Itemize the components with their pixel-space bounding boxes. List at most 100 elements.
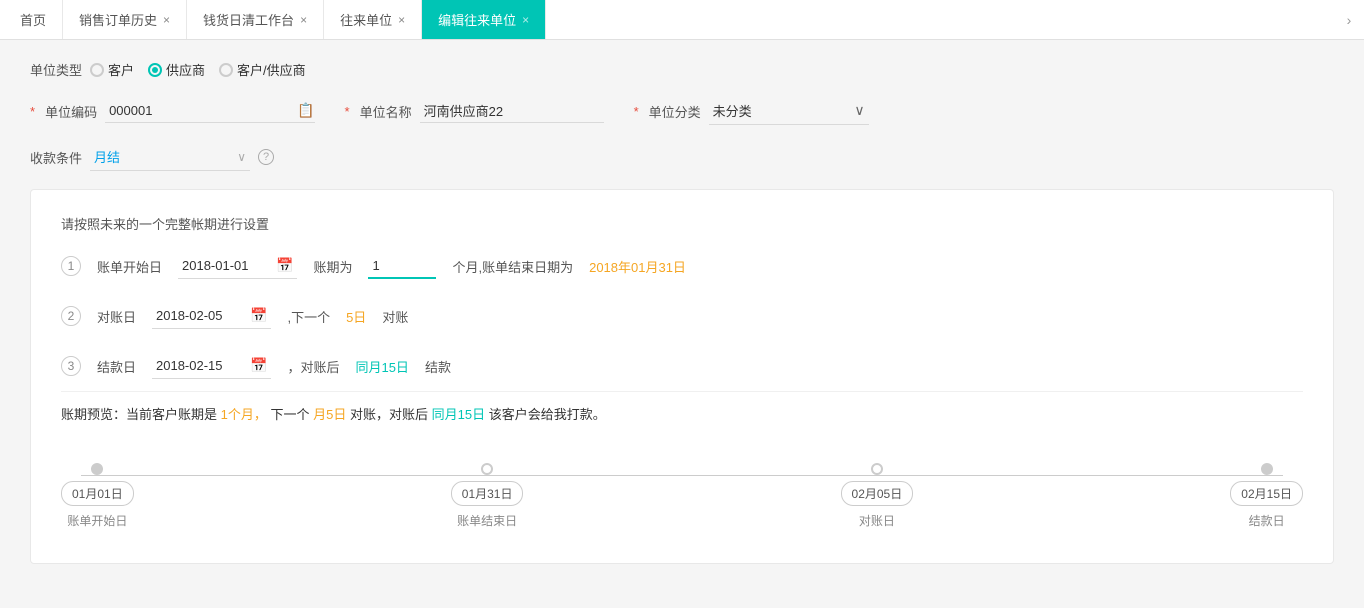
tab-home-label: 首页 — [20, 10, 46, 29]
period-start-calendar-icon[interactable]: 📅 — [276, 257, 293, 274]
preview-day1: 月5日 — [313, 407, 346, 422]
period-reconcile-date-field[interactable] — [156, 308, 246, 323]
timeline-badge-1: 01月01日 — [61, 481, 134, 506]
period-end-date-highlight: 2018年01月31日 — [589, 257, 686, 276]
tab-cash-desk[interactable]: 钱货日清工作台 × — [187, 0, 324, 39]
payment-terms-dropdown[interactable]: 月结 ∨ — [90, 143, 250, 171]
preview-prefix: 账期预览：当前客户账期是 — [61, 407, 217, 422]
preview-text: 账期预览：当前客户账期是 1个月， 下一个 月5日 对账，对账后 同月15日 该… — [61, 404, 1303, 423]
period-payment-suffix: 结款 — [425, 357, 451, 376]
copy-icon[interactable]: 📋 — [297, 102, 314, 119]
radio-both-label: 客户/供应商 — [237, 60, 306, 79]
timeline-label-4: 结款日 — [1249, 512, 1285, 529]
radio-both-circle — [219, 63, 233, 77]
period-payment-day: 同月15日 — [355, 357, 408, 376]
tab-partners[interactable]: 往来单位 × — [324, 0, 422, 39]
unit-name-input[interactable] — [420, 99, 604, 123]
unit-classify-value: 未分类 — [713, 101, 849, 120]
unit-code-item: * 单位编码 📋 — [30, 99, 315, 123]
tab-partners-label: 往来单位 — [340, 10, 392, 29]
unit-classify-star: * — [634, 104, 639, 119]
unit-code-label: 单位编码 — [45, 102, 97, 121]
period-num-3: 3 — [61, 356, 81, 376]
period-card: 请按照未来的一个完整帐期进行设置 1 账单开始日 📅 账期为 个月,账单结束日期… — [30, 189, 1334, 564]
period-start-date-input: 📅 — [178, 253, 297, 279]
payment-terms-label: 收款条件 — [30, 148, 82, 167]
tab-edit-partner-label: 编辑往来单位 — [438, 10, 516, 29]
unit-classify-label: 单位分类 — [649, 102, 701, 121]
period-payment-prefix: ，对账后 — [287, 357, 339, 376]
radio-supplier[interactable]: 供应商 — [148, 60, 205, 79]
payment-terms-item: 收款条件 月结 ∨ ? — [30, 143, 274, 171]
timeline-dot-2 — [481, 463, 493, 475]
period-num-2: 2 — [61, 306, 81, 326]
payment-terms-value: 月结 — [94, 147, 231, 166]
period-for-label: 账期为 — [313, 257, 352, 276]
tab-home[interactable]: 首页 — [0, 0, 63, 39]
period-payment-date-field[interactable] — [156, 358, 246, 373]
period-month-suffix: 个月,账单结束日期为 — [452, 257, 573, 276]
period-month-input — [368, 254, 436, 279]
period-row-2: 2 对账日 📅 ,下一个 5日 对账 — [61, 303, 1303, 329]
period-card-title: 请按照未来的一个完整帐期进行设置 — [61, 214, 1303, 233]
payment-terms-help[interactable]: ? — [258, 149, 274, 165]
period-payment-label: 结款日 — [97, 357, 136, 376]
unit-classify-arrow: ∨ — [854, 102, 864, 119]
period-payment-calendar-icon[interactable]: 📅 — [250, 357, 267, 374]
timeline-point-1: 01月01日 账单开始日 — [61, 463, 134, 529]
tab-sales-history-close[interactable]: × — [163, 13, 170, 27]
period-payment-date-input: 📅 — [152, 353, 271, 379]
unit-type-radio-group: 客户 供应商 客户/供应商 — [90, 60, 306, 79]
unit-classify-dropdown[interactable]: 未分类 ∨ — [709, 97, 869, 125]
period-row-1: 1 账单开始日 📅 账期为 个月,账单结束日期为 2018年01月31日 — [61, 253, 1303, 279]
timeline-badge-2: 01月31日 — [451, 481, 524, 506]
timeline-dot-1 — [91, 463, 103, 475]
unit-code-input-wrapper: 📋 — [105, 99, 314, 123]
tab-partners-close[interactable]: × — [398, 13, 405, 27]
unit-name-item: * 单位名称 — [345, 99, 604, 123]
unit-info-row: * 单位编码 📋 * 单位名称 * 单位分类 未分类 ∨ — [30, 97, 1334, 125]
unit-type-item: 单位类型 客户 供应商 客户/供应商 — [30, 60, 306, 79]
tab-cash-desk-label: 钱货日清工作台 — [203, 10, 294, 29]
unit-classify-item: * 单位分类 未分类 ∨ — [634, 97, 869, 125]
period-reconcile-calendar-icon[interactable]: 📅 — [250, 307, 267, 324]
radio-customer[interactable]: 客户 — [90, 60, 134, 79]
payment-terms-arrow: ∨ — [237, 150, 246, 164]
preview-mid2: 对账，对账后 — [350, 407, 428, 422]
tab-edit-partner-close[interactable]: × — [522, 13, 529, 27]
period-reconcile-prefix: ,下一个 — [287, 307, 330, 326]
period-num-1: 1 — [61, 256, 81, 276]
timeline-dot-4 — [1261, 463, 1273, 475]
radio-supplier-label: 供应商 — [166, 60, 205, 79]
timeline: 01月01日 账单开始日 01月31日 账单结束日 02月05日 对账日 — [61, 453, 1303, 539]
unit-code-input[interactable] — [105, 99, 289, 122]
timeline-points: 01月01日 账单开始日 01月31日 账单结束日 02月05日 对账日 — [61, 463, 1303, 529]
tabs-bar: 首页 销售订单历史 × 钱货日清工作台 × 往来单位 × 编辑往来单位 × › — [0, 0, 1364, 40]
unit-type-label: 单位类型 — [30, 60, 82, 79]
timeline-badge-4: 02月15日 — [1230, 481, 1303, 506]
preview-day2: 同月15日 — [432, 407, 485, 422]
tab-overflow-arrow[interactable]: › — [1334, 12, 1364, 28]
payment-terms-row: 收款条件 月结 ∨ ? — [30, 143, 1334, 171]
page-content: 单位类型 客户 供应商 客户/供应商 * 单位编码 — [0, 40, 1364, 608]
timeline-point-2: 01月31日 账单结束日 — [451, 463, 524, 529]
tab-sales-history[interactable]: 销售订单历史 × — [63, 0, 187, 39]
tab-edit-partner[interactable]: 编辑往来单位 × — [422, 0, 546, 39]
unit-code-star: * — [30, 104, 35, 119]
period-start-date-field[interactable] — [182, 258, 272, 273]
period-reconcile-date-input: 📅 — [152, 303, 271, 329]
radio-supplier-circle — [148, 63, 162, 77]
timeline-badge-3: 02月05日 — [841, 481, 914, 506]
timeline-label-3: 对账日 — [859, 512, 895, 529]
unit-name-label: 单位名称 — [360, 102, 412, 121]
timeline-label-2: 账单结束日 — [457, 512, 517, 529]
radio-both[interactable]: 客户/供应商 — [219, 60, 306, 79]
timeline-label-1: 账单开始日 — [67, 512, 127, 529]
preview-middle: 下一个 — [271, 407, 310, 422]
period-month-field[interactable] — [372, 258, 432, 273]
tab-sales-history-label: 销售订单历史 — [79, 10, 157, 29]
tab-cash-desk-close[interactable]: × — [300, 13, 307, 27]
radio-customer-label: 客户 — [108, 60, 134, 79]
preview-suffix: 该客户会给我打款。 — [489, 407, 606, 422]
period-reconcile-suffix: 对账 — [382, 307, 408, 326]
